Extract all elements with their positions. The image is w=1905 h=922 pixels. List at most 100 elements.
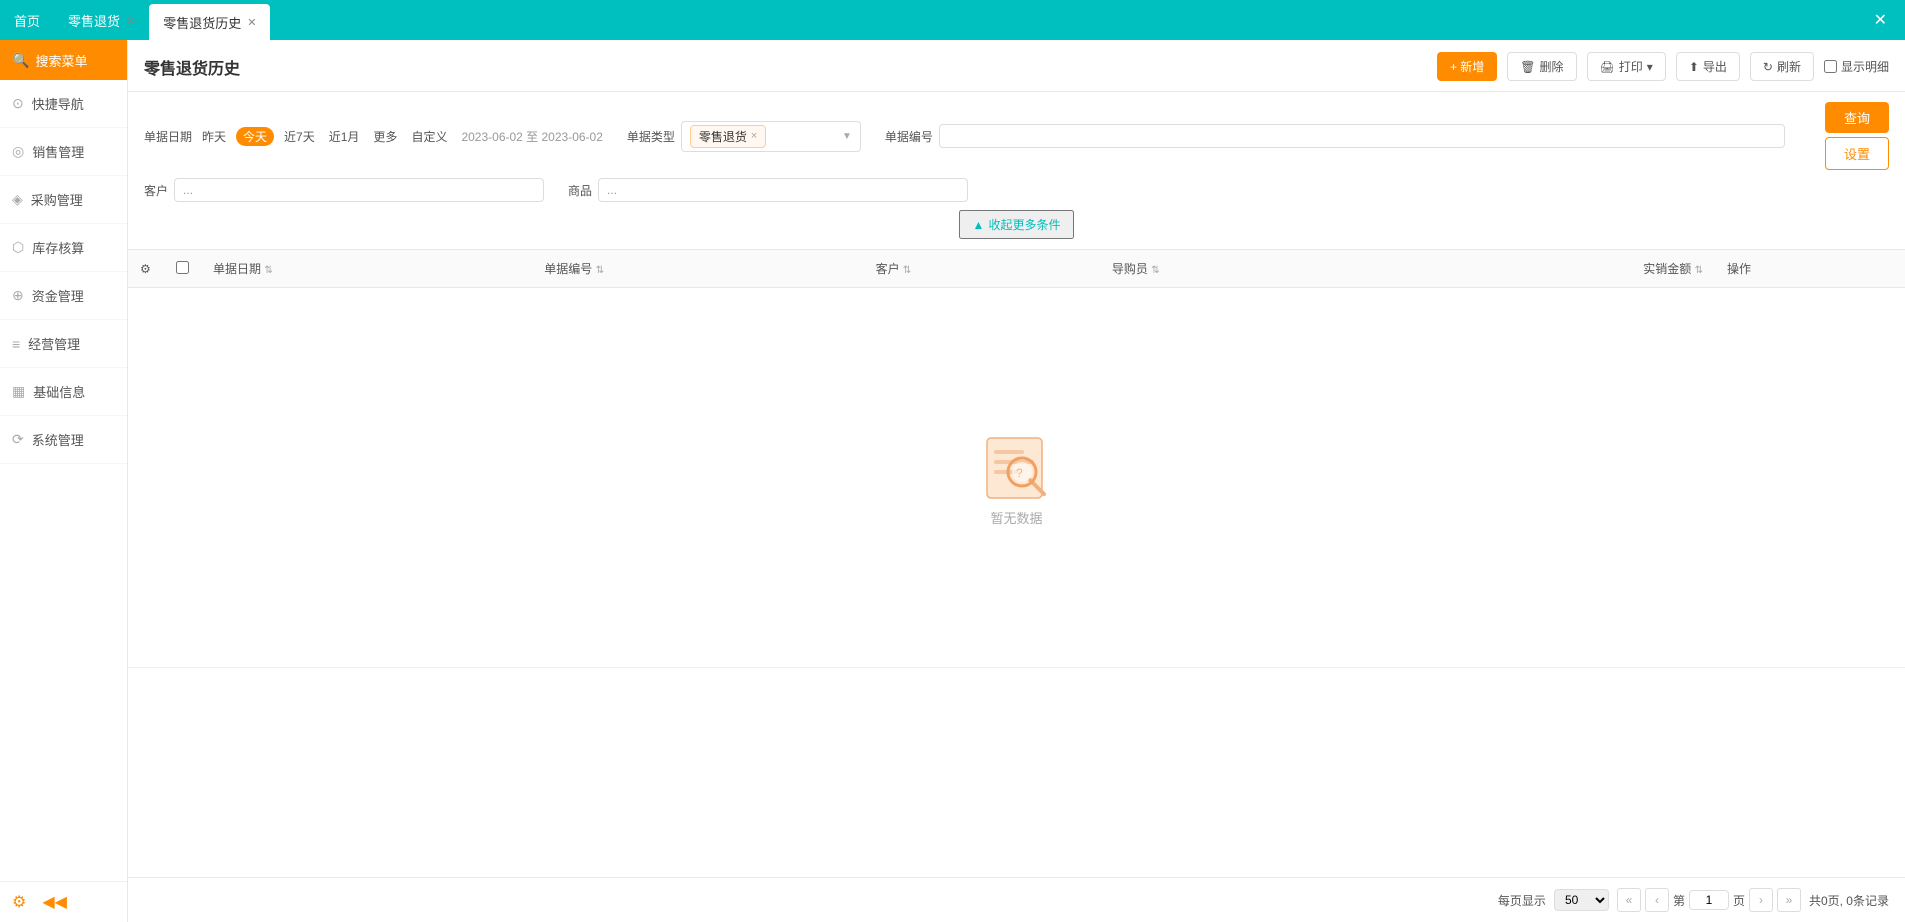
window-controls: ✕ (1866, 10, 1905, 30)
finance-icon: ⊕ (12, 287, 24, 304)
sidebar-item-label: 资金管理 (32, 286, 84, 305)
settings-icon[interactable]: ⚙ (12, 892, 26, 912)
sidebar-item-purchase[interactable]: ◈ 采购管理 (0, 176, 127, 224)
sidebar: 🔍 搜索菜单 ⊙ 快捷导航 ◎ 销售管理 ◈ 采购管理 ⬡ 库存核算 ⊕ 资金管… (0, 40, 128, 922)
sales-icon: ◎ (12, 143, 24, 160)
filter-row-1: 单据日期 昨天 今天 近7天 近1月 更多 自定义 2023-06-02 至 2… (144, 102, 1889, 170)
delete-button[interactable]: 🗑 删除 (1507, 52, 1576, 81)
operations-icon: ≡ (12, 336, 20, 352)
main-layout: 🔍 搜索菜单 ⊙ 快捷导航 ◎ 销售管理 ◈ 采购管理 ⬡ 库存核算 ⊕ 资金管… (0, 40, 1905, 922)
customer-filter-input[interactable]: ... (174, 178, 544, 202)
type-tag-close[interactable]: × (751, 130, 757, 142)
sidebar-item-inventory[interactable]: ⬡ 库存核算 (0, 224, 127, 272)
sidebar-item-basic-info[interactable]: ▦ 基础信息 (0, 368, 127, 416)
tab-return-history[interactable]: 零售退货历史 ✕ (149, 4, 270, 40)
add-button[interactable]: + 新增 (1437, 52, 1497, 81)
page-prev-button[interactable]: ‹ (1645, 888, 1669, 912)
pagination-summary: 共0页, 0条记录 (1809, 892, 1889, 909)
type-tag: 零售退货 × (690, 125, 766, 148)
collapse-icon: ▲ (973, 218, 985, 232)
type-filter-label: 单据类型 (627, 128, 675, 145)
page-first-button[interactable]: « (1617, 888, 1641, 912)
empty-state-cell: ? 暂无数据 (128, 288, 1905, 668)
search-icon: 🔍 (12, 52, 29, 69)
sidebar-item-system[interactable]: ⟳ 系统管理 (0, 416, 127, 464)
sidebar-item-finance[interactable]: ⊕ 资金管理 (0, 272, 127, 320)
col-action: 操作 (1715, 250, 1905, 288)
delete-icon: 🗑 (1520, 60, 1535, 74)
quick-nav-icon: ⊙ (12, 95, 24, 112)
date-filter-item: 单据日期 昨天 今天 近7天 近1月 更多 自定义 2023-06-02 至 2… (144, 127, 603, 146)
sidebar-item-operations[interactable]: ≡ 经营管理 (0, 320, 127, 368)
query-button[interactable]: 查询 (1825, 102, 1889, 133)
type-filter-item: 单据类型 零售退货 × ▼ (627, 121, 861, 152)
goods-filter-input[interactable]: ... (598, 178, 968, 202)
page-last-button[interactable]: » (1777, 888, 1801, 912)
date-btn-yesterday[interactable]: 昨天 (198, 127, 230, 146)
tab-return[interactable]: 零售退货 ✕ (54, 0, 149, 40)
tab-home-label: 首页 (14, 11, 40, 30)
window-close-button[interactable]: ✕ (1866, 8, 1895, 33)
date-btn-today[interactable]: 今天 (236, 127, 274, 146)
print-dropdown-icon: ▾ (1647, 60, 1653, 74)
sidebar-item-label: 经营管理 (28, 334, 80, 353)
customer-filter-label: 客户 (144, 182, 168, 199)
show-detail-checkbox[interactable] (1824, 60, 1837, 73)
page-size-select[interactable]: 50 10 20 100 (1554, 889, 1609, 911)
sidebar-search[interactable]: 🔍 搜索菜单 (0, 40, 127, 80)
tab-return-history-label: 零售退货历史 (163, 13, 241, 32)
export-button[interactable]: ⬆ 导出 (1676, 52, 1740, 81)
customer-filter-item: 客户 ... (144, 178, 544, 202)
setting-button[interactable]: 设置 (1825, 137, 1889, 170)
sidebar-item-quick-nav[interactable]: ⊙ 快捷导航 (0, 80, 127, 128)
page-label: 第 (1673, 892, 1685, 909)
sidebar-collapse-icon[interactable]: ◀◀ (42, 892, 67, 912)
inventory-icon: ⬡ (12, 239, 24, 256)
print-icon: 🖨 (1600, 60, 1615, 74)
content-area: 零售退货历史 + 新增 🗑 删除 🖨 打印 ▾ ⬆ 导出 (128, 40, 1905, 922)
col-customer[interactable]: 客户 ⇅ (864, 250, 1100, 288)
goods-filter-item: 商品 ... (568, 178, 968, 202)
empty-illustration: ? (972, 428, 1062, 508)
print-button[interactable]: 🖨 打印 ▾ (1587, 52, 1666, 81)
page-number-input[interactable] (1689, 890, 1729, 910)
tab-return-label: 零售退货 (68, 11, 120, 30)
col-number[interactable]: 单据编号 ⇅ (532, 250, 863, 288)
type-select-arrow: ▼ (842, 131, 852, 142)
col-amount[interactable]: 实销金额 ⇅ (1384, 250, 1715, 288)
table-checkbox-header[interactable] (164, 250, 201, 288)
empty-state: ? 暂无数据 (128, 348, 1905, 607)
sort-number-icon: ⇅ (596, 265, 604, 276)
collapse-button[interactable]: ▲ 收起更多条件 (959, 210, 1075, 239)
sidebar-item-sales[interactable]: ◎ 销售管理 (0, 128, 127, 176)
tab-home[interactable]: 首页 (0, 0, 54, 40)
date-btn-custom[interactable]: 自定义 (407, 127, 451, 146)
table-head: ⚙ 单据日期 ⇅ 单据编号 ⇅ 客户 (128, 250, 1905, 288)
col-date[interactable]: 单据日期 ⇅ (201, 250, 532, 288)
tab-return-close[interactable]: ✕ (126, 14, 135, 27)
page-next-button[interactable]: › (1749, 888, 1773, 912)
date-btn-more[interactable]: 更多 (369, 127, 401, 146)
top-nav: 首页 零售退货 ✕ 零售退货历史 ✕ ✕ (0, 0, 1905, 40)
show-detail-checkbox-label[interactable]: 显示明细 (1824, 58, 1889, 75)
number-filter-item: 单据编号 (885, 124, 1785, 148)
sidebar-item-label: 基础信息 (33, 382, 85, 401)
refresh-button[interactable]: ↻ 刷新 (1750, 52, 1814, 81)
select-all-checkbox[interactable] (176, 261, 189, 274)
date-options: 昨天 今天 近7天 近1月 更多 自定义 2023-06-02 至 2023-0… (198, 127, 603, 146)
col-guide[interactable]: 导购员 ⇅ (1100, 250, 1384, 288)
date-btn-7days[interactable]: 近7天 (280, 127, 319, 146)
page-size-label: 每页显示 (1498, 892, 1546, 909)
svg-text:?: ? (1016, 466, 1023, 480)
type-select[interactable]: 零售退货 × ▼ (681, 121, 861, 152)
table-settings-header[interactable]: ⚙ (128, 250, 164, 288)
sidebar-item-label: 快捷导航 (32, 94, 84, 113)
page-nav: « ‹ 第 页 › » (1617, 888, 1801, 912)
number-filter-input[interactable] (939, 124, 1785, 148)
page-title: 零售退货历史 (144, 55, 240, 79)
date-btn-1month[interactable]: 近1月 (325, 127, 364, 146)
tab-return-history-close[interactable]: ✕ (247, 16, 256, 29)
sort-guide-icon: ⇅ (1151, 265, 1159, 276)
sort-date-icon: ⇅ (264, 265, 272, 276)
table-body: ? 暂无数据 (128, 288, 1905, 668)
